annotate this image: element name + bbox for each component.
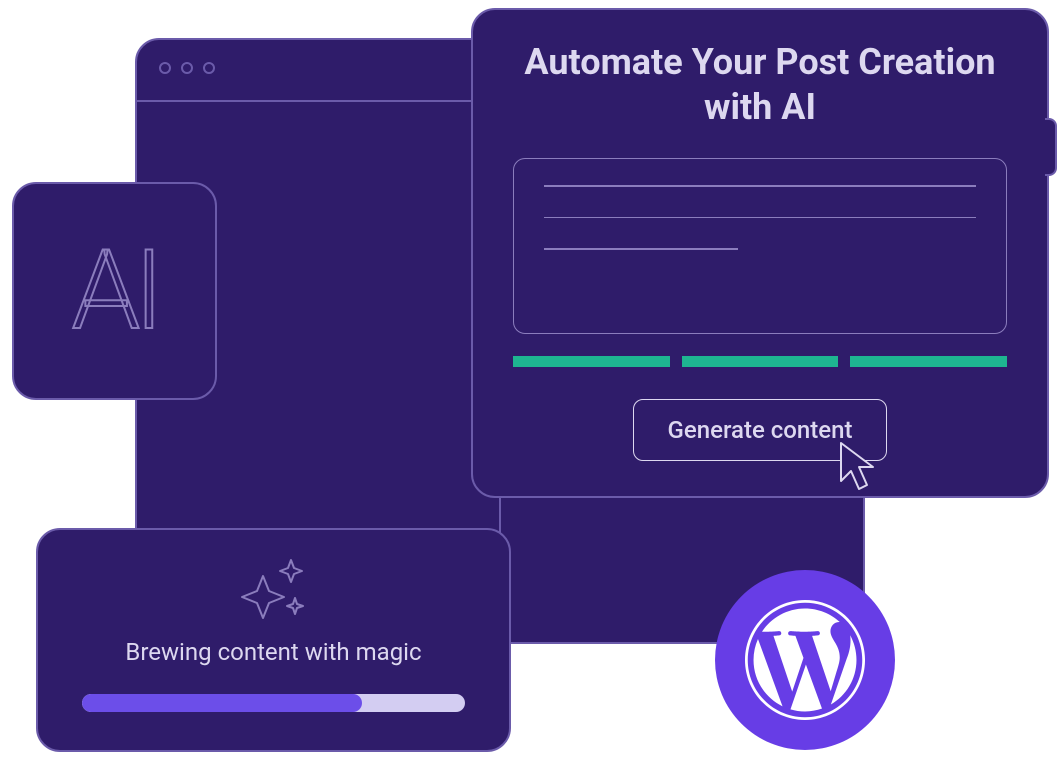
content-input[interactable] [513,158,1007,334]
status-card: Brewing content with magic [36,528,511,752]
progress-segments [513,356,1007,367]
wordpress-badge [715,570,895,750]
progress-segment [850,356,1007,367]
progress-segment [513,356,670,367]
ai-label: AI [71,236,157,346]
automate-panel: Automate Your Post Creation with AI Gene… [471,8,1049,498]
ai-card: AI [12,182,217,400]
status-text: Brewing content with magic [125,638,421,666]
sparkles-icon [235,558,313,624]
progress-segment [682,356,839,367]
window-dot [159,62,171,74]
text-line [544,217,976,219]
progress-bar-fill [82,694,362,712]
window-dot [203,62,215,74]
text-line [544,248,738,250]
cursor-icon [839,441,885,493]
window-controls [159,62,215,74]
progress-bar [82,694,465,712]
side-tab [1045,118,1057,176]
panel-title: Automate Your Post Creation with AI [513,40,1007,130]
window-dot [181,62,193,74]
wordpress-icon [745,600,865,720]
text-line [544,185,976,187]
